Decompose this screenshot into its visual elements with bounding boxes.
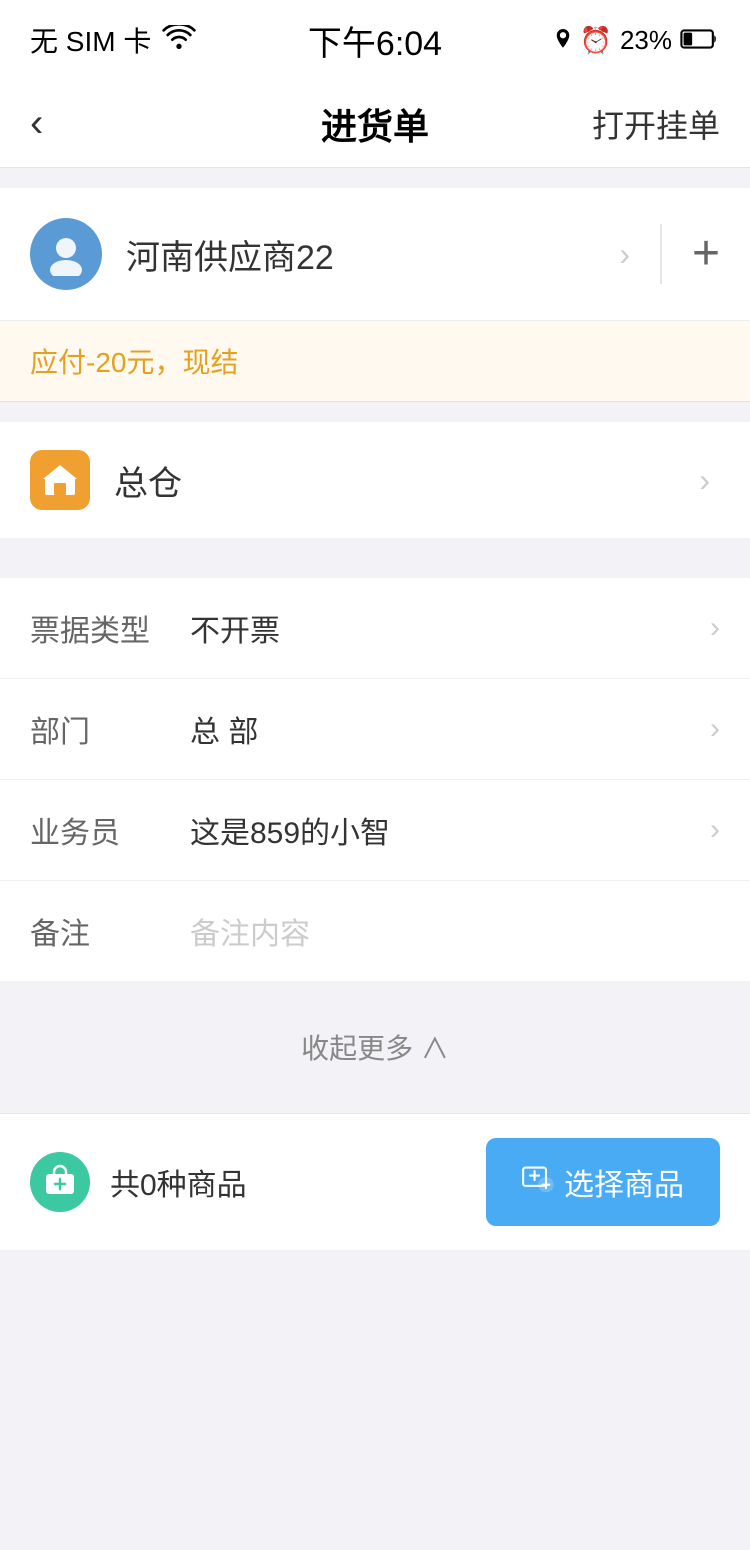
remark-label: 备注 (30, 909, 170, 953)
form-section: 票据类型 不开票 › 部门 总 部 › 业务员 这是859的小智 › 备注 备注… (0, 578, 750, 981)
department-row[interactable]: 部门 总 部 › (0, 679, 750, 780)
department-chevron-icon: › (710, 712, 720, 746)
salesman-label: 业务员 (30, 808, 170, 852)
product-icon (30, 1152, 90, 1212)
wifi-icon (161, 24, 197, 56)
battery-label: 23% (620, 25, 672, 56)
back-button[interactable]: ‹ (30, 101, 90, 146)
select-product-icon (522, 1166, 554, 1199)
invoice-value: 不开票 (190, 606, 710, 650)
supplier-notice: 应付-20元，现结 (0, 321, 750, 402)
select-product-button[interactable]: 选择商品 (486, 1138, 720, 1226)
remark-placeholder: 备注内容 (190, 909, 720, 953)
alarm-icon: ⏰ (580, 25, 612, 56)
warehouse-name: 总仓 (114, 456, 699, 505)
body-fill (0, 1250, 750, 1550)
status-bar-left: 无 SIM 卡 (30, 20, 197, 60)
invoice-chevron-icon: › (710, 611, 720, 645)
supplier-chevron-icon: › (619, 236, 630, 273)
supplier-row[interactable]: 河南供应商22 › + (0, 188, 750, 321)
invoice-row[interactable]: 票据类型 不开票 › (0, 578, 750, 679)
bottom-bar: 共0种商品 选择商品 (0, 1113, 750, 1250)
status-bar: 无 SIM 卡 下午6:04 ⏰ 23% (0, 0, 750, 80)
open-pending-button[interactable]: 打开挂单 (592, 101, 720, 147)
status-bar-time: 下午6:04 (308, 16, 442, 65)
select-btn-label: 选择商品 (564, 1160, 684, 1204)
warehouse-chevron-icon: › (699, 462, 710, 499)
carrier-label: 无 SIM 卡 (30, 20, 151, 60)
invoice-label: 票据类型 (30, 606, 170, 650)
content-area: 河南供应商22 › + 应付-20元，现结 总仓 › 票据类型 不开票 (0, 168, 750, 1550)
product-count: 共0种商品 (110, 1160, 486, 1204)
collapse-button[interactable]: 收起更多 ∧ (0, 1001, 750, 1093)
collapse-label: 收起更多 ∧ (301, 1033, 449, 1064)
salesman-value: 这是859的小智 (190, 808, 710, 852)
status-bar-right: ⏰ 23% (554, 25, 720, 56)
battery-icon (680, 25, 720, 56)
add-button[interactable]: + (692, 230, 720, 278)
location-icon (554, 25, 572, 56)
warehouse-icon (30, 450, 90, 510)
remark-row[interactable]: 备注 备注内容 (0, 881, 750, 981)
supplier-name: 河南供应商22 (126, 230, 619, 279)
gap-3 (0, 538, 750, 558)
gap-2 (0, 402, 750, 422)
vertical-divider (660, 224, 662, 284)
department-label: 部门 (30, 707, 170, 751)
warehouse-card[interactable]: 总仓 › (0, 422, 750, 538)
gap-1 (0, 168, 750, 188)
supplier-avatar (30, 218, 102, 290)
nav-bar: ‹ 进货单 打开挂单 (0, 80, 750, 168)
warehouse-row[interactable]: 总仓 › (0, 422, 750, 538)
salesman-row[interactable]: 业务员 这是859的小智 › (0, 780, 750, 881)
page-title: 进货单 (321, 98, 429, 150)
supplier-card: 河南供应商22 › + 应付-20元，现结 (0, 188, 750, 402)
salesman-chevron-icon: › (710, 813, 720, 847)
department-value: 总 部 (190, 707, 710, 751)
